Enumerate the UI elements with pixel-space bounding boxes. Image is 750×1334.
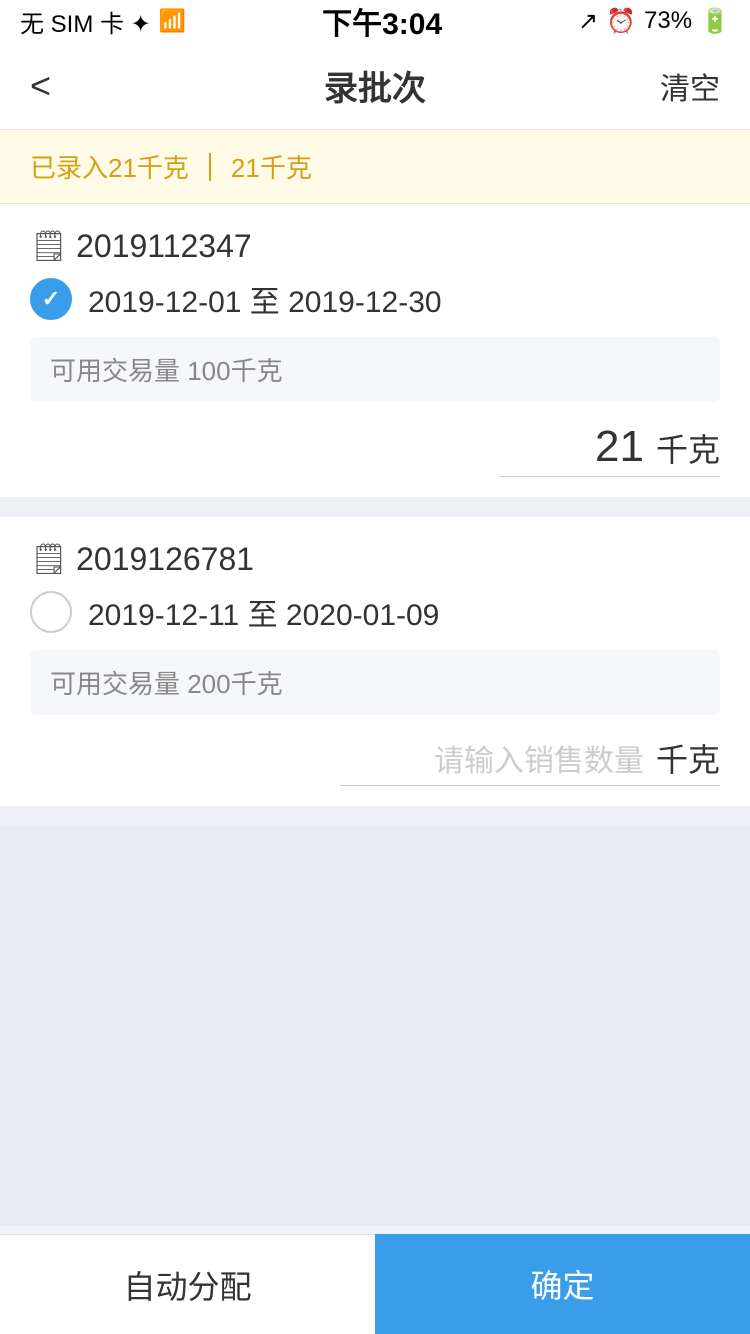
- summary-value: 21千克: [231, 148, 312, 185]
- batch2-input-underline: [340, 785, 720, 786]
- bottom-bar: 自动分配 确定: [0, 1234, 750, 1334]
- batch2-date-row[interactable]: 2019-12-11 至 2020-01-09: [30, 590, 720, 634]
- batch1-icon: 🗒: [30, 229, 68, 264]
- batch2-icon: 🗒: [30, 542, 68, 577]
- batch1-date-row[interactable]: 2019-12-01 至 2019-12-30: [30, 277, 720, 321]
- batch1-id: 2019112347: [76, 228, 252, 265]
- battery-label: 73%: [644, 7, 692, 35]
- batch2-unit: 千克: [656, 735, 720, 781]
- status-time: 下午3:04: [322, 0, 442, 43]
- empty-area: [0, 826, 750, 1226]
- batch2-id-row: 🗒 2019126781: [30, 541, 720, 578]
- batch1-date: 2019-12-01 至 2019-12-30: [88, 277, 442, 321]
- back-button[interactable]: <: [30, 65, 90, 107]
- summary-bar: 已录入21千克 21千克: [0, 130, 750, 204]
- batch1-radio[interactable]: [30, 278, 72, 320]
- alarm-icon: ⏰: [606, 7, 636, 36]
- status-bar: 无 SIM 卡 ✦ 📶 下午3:04 ↗ ⏰ 73% 🔋: [0, 0, 750, 42]
- page-title: 录批次: [324, 61, 426, 110]
- clear-button[interactable]: 清空: [660, 64, 720, 108]
- batch1-id-row: 🗒 2019112347: [30, 228, 720, 265]
- confirm-button[interactable]: 确定: [375, 1234, 750, 1334]
- sim-label: 无 SIM 卡 ✦: [20, 4, 151, 39]
- summary-divider: [209, 153, 211, 181]
- batch2-available: 可用交易量 200千克: [30, 650, 720, 715]
- status-right: ↗ ⏰ 73% 🔋: [578, 7, 730, 36]
- auto-distribute-button[interactable]: 自动分配: [0, 1234, 375, 1334]
- batch-card-2: 🗒 2019126781 2019-12-11 至 2020-01-09 可用交…: [0, 517, 750, 806]
- location-icon: ↗: [578, 7, 598, 36]
- batch1-unit: 千克: [656, 425, 720, 471]
- nav-bar: < 录批次 清空: [0, 42, 750, 130]
- summary-entered-label: 已录入21千克: [30, 148, 189, 185]
- battery-icon: 🔋: [700, 7, 730, 36]
- batch2-input-placeholder: 请输入销售数量: [434, 736, 644, 780]
- batch1-amount[interactable]: 21: [595, 422, 644, 472]
- batch-card-1: 🗒 2019112347 2019-12-01 至 2019-12-30 可用交…: [0, 204, 750, 497]
- batch2-date: 2019-12-11 至 2020-01-09: [88, 590, 439, 634]
- batch1-available: 可用交易量 100千克: [30, 337, 720, 402]
- batch2-radio[interactable]: [30, 591, 72, 633]
- section-separator-1: [0, 497, 750, 517]
- wifi-icon: 📶: [159, 8, 186, 34]
- batch2-id: 2019126781: [76, 541, 254, 578]
- section-separator-2: [0, 806, 750, 826]
- status-left: 无 SIM 卡 ✦ 📶: [20, 4, 186, 39]
